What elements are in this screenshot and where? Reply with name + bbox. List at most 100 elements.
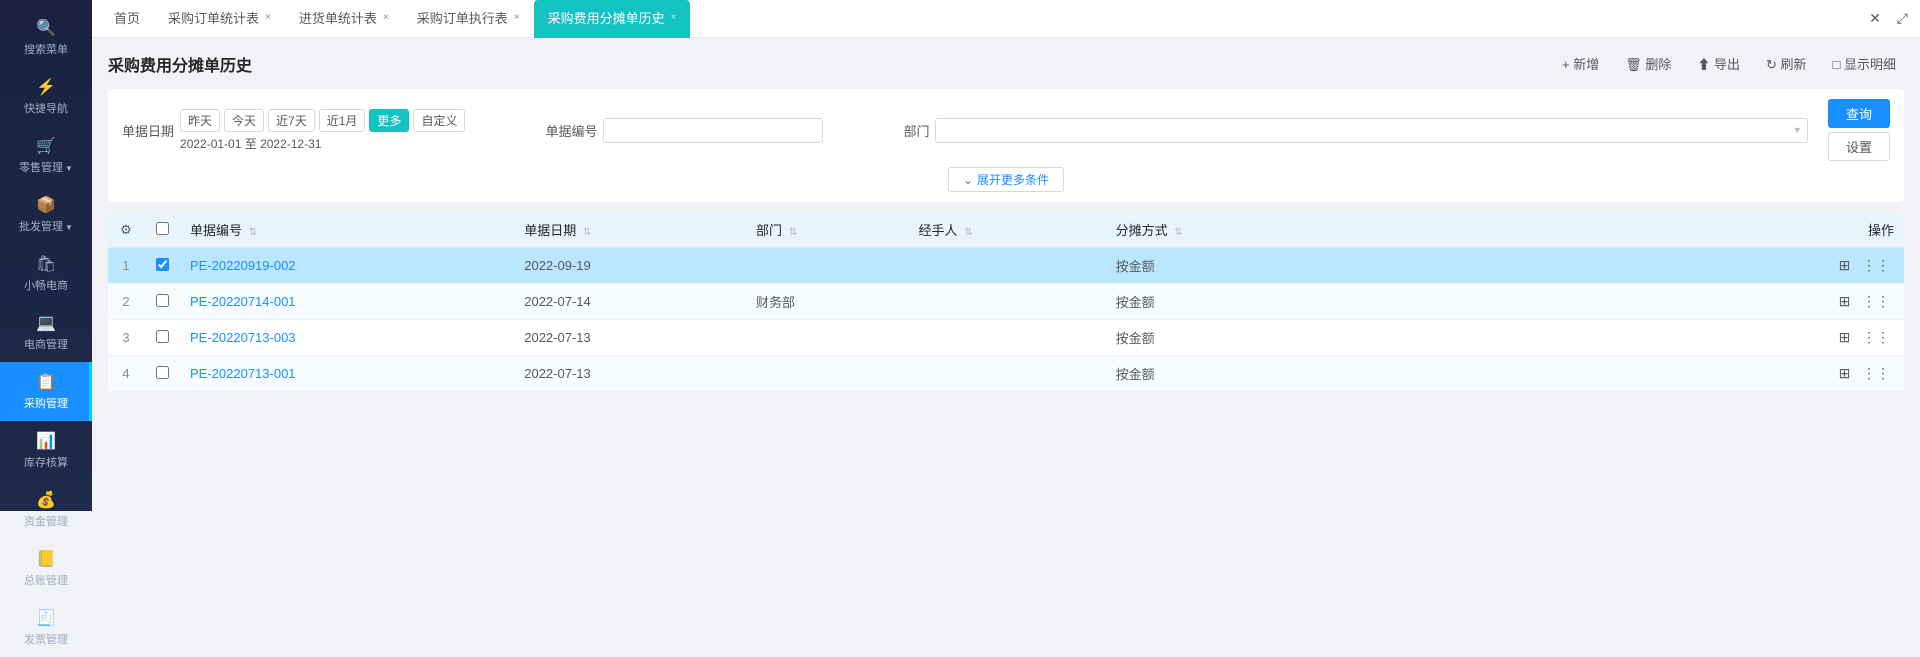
row-checkbox-3[interactable] [156, 330, 169, 343]
date-quick-btns: 昨天 今天 近7天 近1月 更多 自定义 [180, 109, 465, 132]
row-edit-btn-3[interactable]: ⊞ [1835, 327, 1855, 348]
row-checkbox-cell-1 [144, 248, 180, 284]
row-doc-date-1: 2022-09-19 [514, 248, 746, 284]
sidebar-item-mini-shop[interactable]: 🛍 小畅电商 [0, 244, 92, 303]
row-doc-no-2[interactable]: PE-20220714-001 [180, 284, 514, 320]
row-edit-btn-2[interactable]: ⊞ [1835, 291, 1855, 312]
row-handler-4 [908, 356, 1105, 392]
col-dept-label: 部门 [756, 223, 782, 238]
col-doc-no-label: 单据编号 [190, 223, 242, 238]
filter-btn-group: 查询 设置 [1828, 99, 1890, 161]
sidebar-item-quick-nav[interactable]: ⚡ 快捷导航 [0, 67, 92, 126]
tab-close-purchase-order-exec[interactable]: × [514, 12, 520, 23]
filter-settings-button[interactable]: 设置 [1828, 132, 1890, 161]
tab-label-inbound-stats: 进货单统计表 [299, 8, 377, 27]
sidebar-label-invoice: 发票管理 [0, 631, 92, 647]
col-header-dept: 部门 ⇅ [746, 212, 909, 248]
date-btn-custom[interactable]: 自定义 [413, 109, 465, 132]
sidebar-label-wholesale: 批发管理▼ [0, 218, 92, 234]
show-detail-button[interactable]: □ 显示明细 [1825, 50, 1904, 77]
sidebar-item-ledger[interactable]: 📒 总账管理 [0, 539, 92, 598]
date-btn-yesterday[interactable]: 昨天 [180, 109, 220, 132]
sidebar-item-invoice[interactable]: 🧾 发票管理 [0, 598, 92, 657]
date-filter: 单据日期 昨天 今天 近7天 近1月 更多 自定义 2022-01-01 至 2… [122, 109, 465, 152]
sidebar-icon-finance: 💰 [0, 490, 92, 510]
tab-close-inbound-stats[interactable]: × [383, 12, 389, 23]
tab-inbound-stats[interactable]: 进货单统计表 × [285, 0, 403, 38]
page-title: 采购费用分摊单历史 [108, 52, 252, 76]
sidebar-item-search[interactable]: 🔍 搜索菜单 [0, 8, 92, 67]
sort-icon-doc-no: ⇅ [249, 227, 257, 238]
row-doc-no-3[interactable]: PE-20220713-003 [180, 320, 514, 356]
tab-close-purchase-cost-history[interactable]: × [671, 12, 677, 23]
close-window-btn[interactable]: ✕ [1865, 8, 1885, 29]
row-more-btn-2[interactable]: ⋮⋮ [1858, 291, 1894, 312]
select-all-checkbox[interactable] [156, 222, 169, 235]
sidebar-icon-purchase: 📋 [0, 372, 92, 392]
row-edit-btn-4[interactable]: ⊞ [1835, 363, 1855, 384]
expand-window-btn[interactable]: ⤢ [1893, 8, 1912, 29]
date-btn-1month[interactable]: 近1月 [319, 109, 366, 132]
sidebar-item-retail[interactable]: 🛒 零售管理▼ [0, 126, 92, 185]
column-settings[interactable]: ⚙ [108, 212, 144, 248]
sidebar-icon-invoice: 🧾 [0, 608, 92, 628]
sidebar: 🔍 搜索菜单 ⚡ 快捷导航 🛒 零售管理▼ 📦 批发管理▼ 🛍 小畅电商 💻 电… [0, 0, 92, 511]
doc-no-filter: 单据编号 [545, 118, 823, 143]
sort-icon-handler: ⇅ [964, 227, 972, 238]
row-more-btn-1[interactable]: ⋮⋮ [1858, 255, 1894, 276]
sidebar-item-purchase[interactable]: 📋 采购管理 [0, 362, 92, 421]
tab-label-purchase-order-exec: 采购订单执行表 [417, 8, 508, 27]
sidebar-icon-wholesale: 📦 [0, 195, 92, 215]
row-checkbox-4[interactable] [156, 366, 169, 379]
row-more-btn-4[interactable]: ⋮⋮ [1858, 363, 1894, 384]
filter-area: 单据日期 昨天 今天 近7天 近1月 更多 自定义 2022-01-01 至 2… [108, 89, 1904, 202]
export-button[interactable]: ⬆ 导出 [1689, 50, 1748, 77]
col-handler-label: 经手人 [918, 223, 957, 238]
row-more-btn-3[interactable]: ⋮⋮ [1858, 327, 1894, 348]
row-dept-4 [746, 356, 909, 392]
expand-conditions-btn[interactable]: ⌄ 展开更多条件 [948, 167, 1064, 192]
sidebar-item-finance[interactable]: 💰 资金管理 [0, 480, 92, 539]
date-btn-more[interactable]: 更多 [369, 109, 409, 132]
row-action-cell-3: ⊞ ⋮⋮ [1824, 320, 1904, 356]
sidebar-icon-search: 🔍 [0, 18, 92, 38]
row-doc-no-1[interactable]: PE-20220919-002 [180, 248, 514, 284]
sidebar-icon-mini-shop: 🛍 [0, 254, 92, 274]
dept-select[interactable] [935, 118, 1808, 143]
sidebar-item-ecommerce[interactable]: 💻 电商管理 [0, 303, 92, 362]
row-num-1: 1 [108, 248, 144, 284]
sidebar-item-wholesale[interactable]: 📦 批发管理▼ [0, 185, 92, 244]
tab-purchase-order-exec[interactable]: 采购订单执行表 × [403, 0, 534, 38]
main-area: 首页采购订单统计表×进货单统计表×采购订单执行表×采购费用分摊单历史× ✕ ⤢ … [92, 0, 1920, 511]
query-button[interactable]: 查询 [1828, 99, 1890, 128]
col-header-split-method: 分摊方式 ⇅ [1106, 212, 1824, 248]
row-dept-1 [746, 248, 909, 284]
refresh-button[interactable]: ↻ 刷新 [1758, 50, 1815, 77]
sidebar-item-inventory[interactable]: 📊 库存核算 [0, 421, 92, 480]
delete-button[interactable]: 🗑 删除 [1617, 50, 1679, 77]
add-button[interactable]: + 新增 [1554, 50, 1607, 77]
row-checkbox-2[interactable] [156, 294, 169, 307]
sidebar-label-retail: 零售管理▼ [0, 159, 92, 175]
row-checkbox-1[interactable] [156, 258, 169, 271]
row-edit-btn-1[interactable]: ⊞ [1835, 255, 1855, 276]
row-action-cell-2: ⊞ ⋮⋮ [1824, 284, 1904, 320]
date-btn-7days[interactable]: 近7天 [268, 109, 315, 132]
sidebar-icon-quick-nav: ⚡ [0, 77, 92, 97]
sidebar-label-inventory: 库存核算 [0, 454, 92, 470]
col-header-action: 操作 [1824, 212, 1904, 248]
row-split-method-3: 按金额 [1106, 320, 1824, 356]
sidebar-label-purchase: 采购管理 [0, 395, 92, 411]
tab-purchase-order-stats[interactable]: 采购订单统计表× [154, 0, 285, 38]
row-checkbox-cell-4 [144, 356, 180, 392]
tab-purchase-cost-history[interactable]: 采购费用分摊单历史× [534, 0, 691, 38]
sidebar-label-finance: 资金管理 [0, 513, 92, 529]
tab-label-home: 首页 [114, 8, 140, 27]
tab-home[interactable]: 首页 [100, 0, 154, 38]
toolbar: + 新增 🗑 删除 ⬆ 导出 ↻ 刷新 □ 显示明细 [1554, 50, 1904, 77]
tab-close-purchase-order-stats[interactable]: × [265, 12, 271, 23]
row-doc-date-3: 2022-07-13 [514, 320, 746, 356]
doc-no-input[interactable] [603, 118, 823, 143]
row-doc-no-4[interactable]: PE-20220713-001 [180, 356, 514, 392]
date-btn-today[interactable]: 今天 [224, 109, 264, 132]
